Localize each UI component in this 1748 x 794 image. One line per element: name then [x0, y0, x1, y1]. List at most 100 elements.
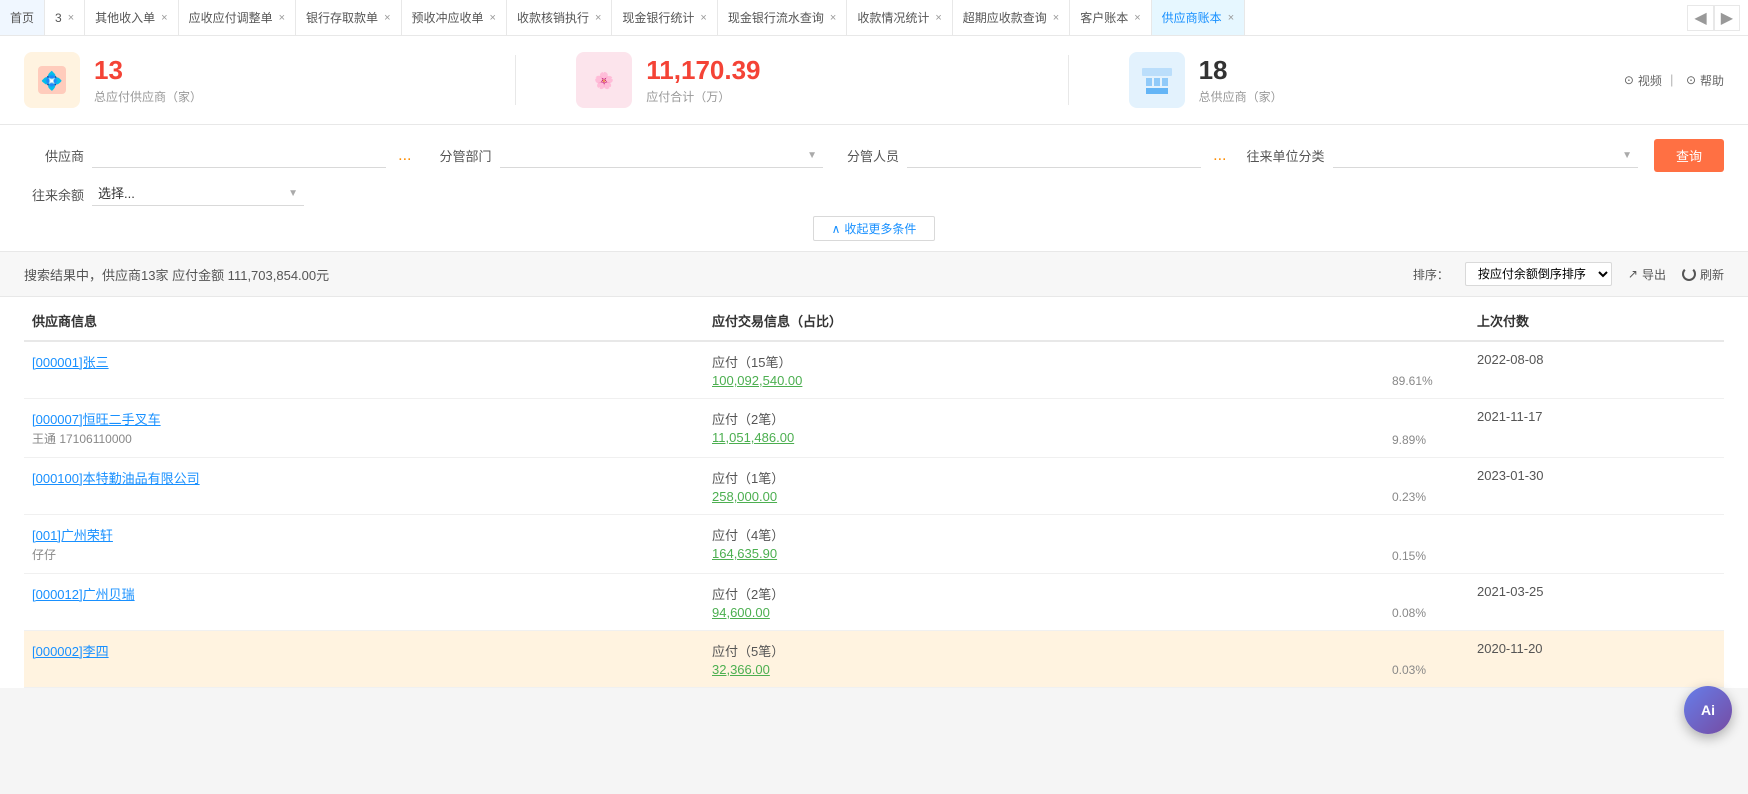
close-icon[interactable]: ×	[1228, 12, 1234, 24]
nav-tab-prepay[interactable]: 预收冲应收单 ×	[402, 0, 507, 36]
filter-row-2: 往来余额 选择... ▼	[24, 182, 1724, 206]
collapse-button[interactable]: ∧ 收起更多条件	[813, 216, 936, 241]
filter-supplier: 供应商 ...	[24, 144, 416, 168]
close-icon[interactable]: ×	[595, 12, 601, 24]
supplier-link-1[interactable]: [000007]恒旺二手叉车	[32, 412, 161, 427]
sort-select[interactable]: 按应付余额倒序排序	[1465, 262, 1612, 286]
nav-tab-overdue-label: 超期应收款查询	[963, 9, 1047, 26]
tx-label-0: 应付（15笔）	[712, 352, 1376, 371]
table-row: [001]广州荣轩仔仔应付（4笔） 164,635.90 0.15%	[24, 515, 1724, 574]
supplier-cell-4: [000012]广州贝瑞	[24, 574, 704, 631]
pct-cell-3: 0.15%	[1384, 515, 1469, 574]
close-icon[interactable]: ×	[490, 12, 496, 24]
circle-icon: ⊙	[1624, 73, 1634, 87]
nav-tab-collection-verify[interactable]: 收款核销执行 ×	[507, 0, 612, 36]
tx-amount-3[interactable]: 164,635.90	[712, 546, 1376, 561]
supplier-table: 供应商信息 应付交易信息（占比） 上次付数 [000001]张三 应付（15笔） 1…	[24, 297, 1724, 688]
nav-tab-cash-bank-flow-label: 现金银行流水查询	[728, 9, 824, 26]
nav-tab-3[interactable]: 3 ×	[45, 0, 85, 36]
category-select[interactable]	[1333, 144, 1638, 167]
ai-floating-button[interactable]: Ai	[1684, 686, 1732, 734]
nav-next-arrow[interactable]: ▶	[1714, 5, 1740, 31]
close-icon[interactable]: ×	[1053, 12, 1059, 24]
tx-amount-5[interactable]: 32,366.00	[712, 662, 1376, 677]
table-row: [000012]广州贝瑞应付（2笔）94,600.000.08%2021-03-…	[24, 574, 1724, 631]
last-pay-cell-1: 2021-11-17	[1469, 399, 1724, 458]
col-pct	[1384, 297, 1469, 341]
supplier-label: 供应商	[24, 146, 84, 165]
result-bar: 搜索结果中，供应商13家 应付金额 111,703,854.00元 排序： 按应…	[0, 252, 1748, 297]
tx-amount-1[interactable]: 11,051,486.00	[712, 430, 1376, 445]
close-icon[interactable]: ×	[935, 12, 941, 24]
close-icon[interactable]: ×	[279, 12, 285, 24]
nav-tab-other-income[interactable]: 其他收入单 ×	[85, 0, 178, 36]
nav-tab-cash-bank-flow[interactable]: 现金银行流水查询 ×	[718, 0, 847, 36]
supplier-dots-button[interactable]: ...	[394, 147, 415, 165]
nav-tab-customer-account[interactable]: 客户账本 ×	[1070, 0, 1151, 36]
table-header-row: 供应商信息 应付交易信息（占比） 上次付数	[24, 297, 1724, 341]
tx-label-5: 应付（5笔）	[712, 641, 1376, 660]
collapse-bar: ∧ 收起更多条件	[24, 216, 1724, 241]
nav-tab-collection-stat[interactable]: 收款情况统计 ×	[847, 0, 952, 36]
pct-cell-2: 0.23%	[1384, 458, 1469, 515]
balance-label: 往来余额	[24, 185, 84, 204]
filter-area: 供应商 ... 分管部门 ▼ 分管人员 ... 往来单位分类	[0, 125, 1748, 252]
nav-tab-ar-adjustment[interactable]: 应收应付调整单 ×	[179, 0, 296, 36]
col-tx-info: 应付交易信息（占比）	[704, 297, 1384, 341]
last-pay-cell-2: 2023-01-30	[1469, 458, 1724, 515]
nav-tab-bank-deposit[interactable]: 银行存取款单 ×	[296, 0, 401, 36]
tx-amount-4[interactable]: 94,600.00	[712, 605, 1376, 620]
result-right: 排序： 按应付余额倒序排序 ↗ 导出 刷新	[1413, 262, 1724, 286]
query-button[interactable]: 查询	[1654, 139, 1724, 172]
supplier-link-3[interactable]: [001]广州荣轩	[32, 528, 113, 543]
tx-amount-0[interactable]: 100,092,540.00	[712, 373, 1376, 388]
supplier-link-2[interactable]: [000100]本特勤油品有限公司	[32, 471, 200, 486]
dept-select[interactable]	[500, 144, 824, 167]
nav-tab-other-income-label: 其他收入单	[95, 9, 155, 26]
tx-label-4: 应付（2笔）	[712, 584, 1376, 603]
balance-select[interactable]: 选择...	[92, 182, 304, 205]
col-supplier-info: 供应商信息	[24, 297, 704, 341]
tx-amount-2[interactable]: 258,000.00	[712, 489, 1376, 504]
person-dots-button[interactable]: ...	[1209, 147, 1230, 165]
close-icon[interactable]: ×	[161, 12, 167, 24]
nav-tab-collection-verify-label: 收款核销执行	[517, 9, 589, 26]
supplier-link-4[interactable]: [000012]广州贝瑞	[32, 587, 135, 602]
tx-label-3: 应付（4笔）	[712, 525, 1376, 544]
stat-block-total-payable: 🌸 11,170.39 应付合计（万）	[576, 52, 1007, 108]
last-pay-cell-4: 2021-03-25	[1469, 574, 1724, 631]
total-suppliers-icon	[1129, 52, 1185, 108]
nav-tab-cash-bank-stat-label: 现金银行统计	[622, 9, 694, 26]
supplier-input[interactable]	[92, 144, 386, 168]
help-link[interactable]: 帮助	[1700, 72, 1724, 89]
supplier-link-0[interactable]: [000001]张三	[32, 355, 109, 370]
result-summary: 搜索结果中，供应商13家 应付金额 111,703,854.00元	[24, 265, 329, 284]
refresh-button[interactable]: 刷新	[1682, 266, 1724, 283]
export-button[interactable]: ↗ 导出	[1628, 266, 1666, 283]
nav-tab-home[interactable]: 首页	[0, 0, 45, 36]
balance-select-wrap: 选择... ▼	[92, 182, 304, 206]
tx-cell-4: 应付（2笔） 94,600.00	[704, 574, 1384, 631]
pct-cell-1: 9.89%	[1384, 399, 1469, 458]
video-link[interactable]: 视频	[1638, 72, 1662, 89]
nav-tab-cash-bank-stat[interactable]: 现金银行统计 ×	[612, 0, 717, 36]
nav-prev-arrow[interactable]: ◀	[1687, 5, 1713, 31]
tx-cell-0: 应付（15笔） 100,092,540.00	[704, 341, 1384, 399]
pct-cell-0: 89.61%	[1384, 341, 1469, 399]
close-icon[interactable]: ×	[384, 12, 390, 24]
supplier-cell-0: [000001]张三	[24, 341, 704, 399]
export-label: 导出	[1642, 266, 1666, 283]
nav-tab-overdue[interactable]: 超期应收款查询 ×	[953, 0, 1070, 36]
supplier-cell-3: [001]广州荣轩仔仔	[24, 515, 704, 574]
nav-tab-supplier-account[interactable]: 供应商账本 ×	[1152, 0, 1245, 36]
supplier-link-5[interactable]: [000002]李四	[32, 644, 109, 659]
close-icon[interactable]: ×	[68, 12, 74, 24]
person-input[interactable]	[907, 144, 1201, 168]
close-icon[interactable]: ×	[830, 12, 836, 24]
sort-label: 排序：	[1413, 266, 1449, 283]
close-icon[interactable]: ×	[1134, 12, 1140, 24]
tx-cell-2: 应付（1笔）258,000.00	[704, 458, 1384, 515]
col-last-pay: 上次付数	[1469, 297, 1724, 341]
dept-select-wrap: ▼	[500, 144, 824, 168]
close-icon[interactable]: ×	[700, 12, 706, 24]
